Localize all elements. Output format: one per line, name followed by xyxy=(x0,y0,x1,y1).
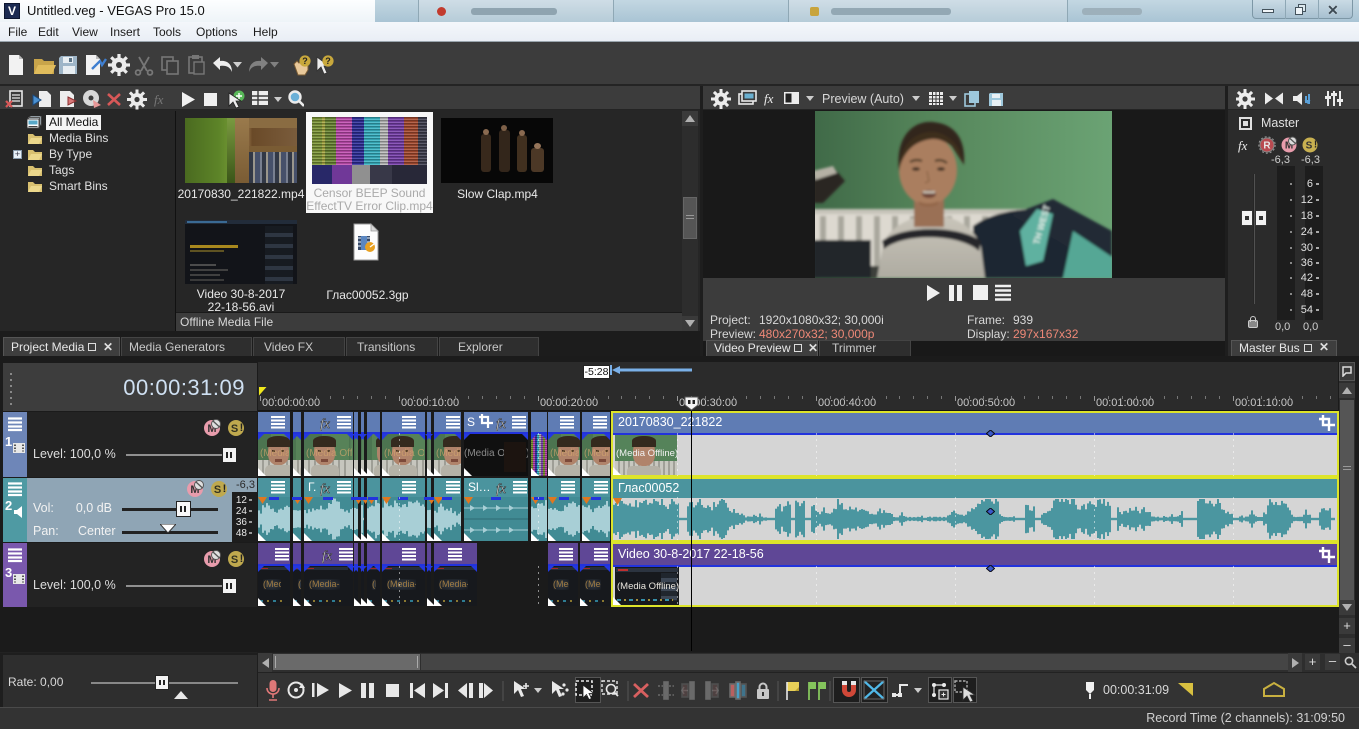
svg-text:S: S xyxy=(214,484,221,496)
svg-text:fx: fx xyxy=(154,92,164,107)
svg-text:!: ! xyxy=(240,553,244,565)
svg-text:!: ! xyxy=(1314,140,1317,151)
svg-text:!: ! xyxy=(240,422,244,434)
svg-text:fx: fx xyxy=(1238,138,1248,153)
svg-text:fx: fx xyxy=(320,417,331,431)
svg-text:S: S xyxy=(231,554,238,566)
svg-text:S: S xyxy=(231,423,238,435)
svg-text:S: S xyxy=(1306,141,1313,152)
svg-text:fx: fx xyxy=(322,549,333,563)
svg-text:!: ! xyxy=(223,483,227,495)
svg-text:fx: fx xyxy=(496,417,507,431)
svg-text:R: R xyxy=(1263,141,1271,152)
svg-text:Preview (Auto): Preview (Auto) xyxy=(822,92,904,106)
svg-text:fx: fx xyxy=(764,91,774,106)
svg-text:?: ? xyxy=(325,56,331,66)
svg-text:fx: fx xyxy=(496,482,507,496)
svg-text:?: ? xyxy=(302,56,308,66)
svg-text:fx: fx xyxy=(320,482,331,496)
